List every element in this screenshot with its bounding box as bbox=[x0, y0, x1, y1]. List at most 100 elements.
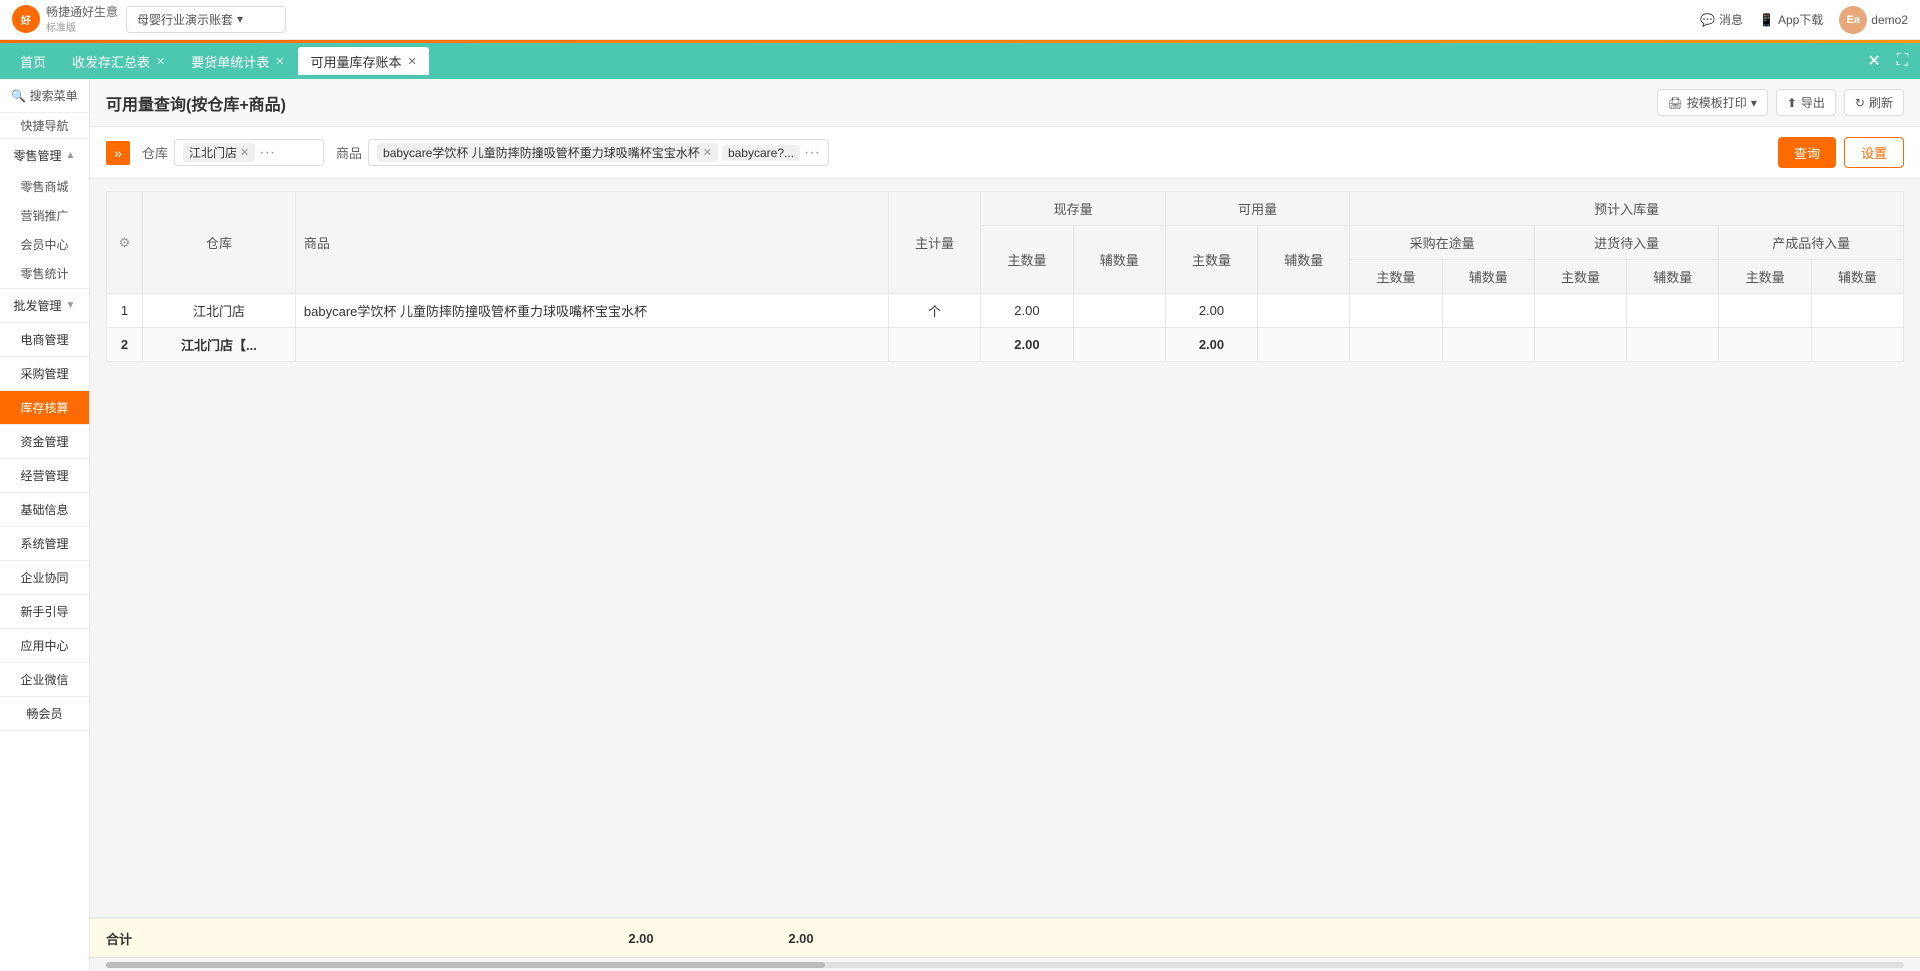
sidebar-item-retail[interactable]: 零售管理 ▲ bbox=[0, 139, 89, 172]
sidebar-item-retail-stats[interactable]: 零售统计 bbox=[0, 259, 89, 288]
main-wrapper: 🔍 搜索菜单 快捷导航 零售管理 ▲ 零售商城 营销推广 会员中心 零售统计 bbox=[0, 79, 1920, 971]
sidebar-item-finance[interactable]: 资金管理 bbox=[0, 425, 89, 459]
download-action[interactable]: 📱 App下载 bbox=[1759, 11, 1823, 28]
th-avail-group: 可用量 bbox=[1165, 192, 1350, 226]
industry-label: 母婴行业演示账套 bbox=[137, 11, 233, 28]
cell-incoming-main bbox=[1534, 328, 1626, 362]
tab-shoufa-label: 收发存汇总表 bbox=[72, 52, 150, 71]
warehouse-filter-input[interactable]: 江北门店 ✕ ··· bbox=[174, 139, 324, 166]
cell-incoming-aux bbox=[1627, 328, 1719, 362]
cell-produce-main bbox=[1719, 328, 1811, 362]
warehouse-filter-dots[interactable]: ··· bbox=[259, 144, 275, 162]
query-button[interactable]: 查询 bbox=[1778, 137, 1836, 168]
sidebar-item-marketing[interactable]: 营销推广 bbox=[0, 201, 89, 230]
download-label: App下载 bbox=[1778, 11, 1823, 28]
tab-home[interactable]: 首页 bbox=[8, 47, 58, 75]
sidebar-item-ecommerce[interactable]: 电商管理 bbox=[0, 323, 89, 357]
chevron-up-icon: ▲ bbox=[66, 150, 76, 161]
sidebar-item-inventory[interactable]: 库存核算 bbox=[0, 391, 89, 425]
cell-avail-aux bbox=[1258, 294, 1350, 328]
th-produce-group: 产成品待入量 bbox=[1719, 226, 1904, 260]
footer-avail-main: 2.00 bbox=[761, 931, 841, 946]
sidebar-retail-stats-label: 零售统计 bbox=[20, 267, 68, 281]
cell-unit bbox=[889, 328, 981, 362]
filter-toggle-button[interactable]: » bbox=[106, 141, 130, 165]
user-action[interactable]: Ea demo2 bbox=[1839, 6, 1908, 34]
print-icon: 🖨 bbox=[1668, 96, 1683, 110]
tab-kucun-close[interactable]: ✕ bbox=[408, 55, 417, 68]
tab-yaohuo-close[interactable]: ✕ bbox=[275, 55, 284, 68]
sidebar-operations-label: 经营管理 bbox=[20, 469, 68, 483]
sidebar-search-label: 搜索菜单 bbox=[30, 89, 78, 103]
cell-produce-aux bbox=[1811, 294, 1903, 328]
page-header: 可用量查询(按仓库+商品) 🖨 按模板打印 ▾ ⬆ 导出 ↻ 刷新 bbox=[90, 79, 1920, 127]
sidebar-finance-label: 资金管理 bbox=[20, 435, 68, 449]
column-settings-icon[interactable]: ⚙ bbox=[119, 235, 131, 250]
th-stock-aux: 辅数量 bbox=[1073, 226, 1165, 294]
cell-avail-aux bbox=[1258, 328, 1350, 362]
sidebar-item-basic[interactable]: 基础信息 bbox=[0, 493, 89, 527]
sidebar-search[interactable]: 🔍 搜索菜单 bbox=[0, 79, 89, 113]
header-left: 好 畅捷通好生意 标准版 母婴行业演示账套 ▾ bbox=[12, 5, 286, 34]
sidebar-item-enterprise[interactable]: 企业协同 bbox=[0, 561, 89, 595]
sidebar-item-retail-shop[interactable]: 零售商城 bbox=[0, 172, 89, 201]
tab-home-label: 首页 bbox=[20, 52, 46, 71]
sidebar-item-corpwechat[interactable]: 企业微信 bbox=[0, 663, 89, 697]
cell-product bbox=[295, 328, 888, 362]
sidebar-item-purchase[interactable]: 采购管理 bbox=[0, 357, 89, 391]
tab-bar: 首页 收发存汇总表 ✕ 要货单统计表 ✕ 可用量库存账本 ✕ ✕ ⛶ bbox=[0, 43, 1920, 79]
product-tag1: babycare学饮杯 儿童防摔防撞吸管杯重力球吸嘴杯宝宝水杯 ✕ bbox=[377, 143, 718, 162]
tab-expand-icon[interactable]: ⛶ bbox=[1893, 52, 1912, 70]
warehouse-filter-label: 仓库 bbox=[142, 143, 168, 162]
th-avail-main: 主数量 bbox=[1165, 226, 1257, 294]
product-filter-label: 商品 bbox=[336, 143, 362, 162]
tab-shoufa[interactable]: 收发存汇总表 ✕ bbox=[60, 47, 177, 75]
cell-produce-main bbox=[1719, 294, 1811, 328]
warehouse-tag-remove[interactable]: ✕ bbox=[240, 146, 249, 159]
sidebar-system-label: 系统管理 bbox=[20, 537, 68, 551]
th-incoming-group: 进货待入量 bbox=[1534, 226, 1719, 260]
cell-avail-main: 2.00 bbox=[1165, 328, 1257, 362]
th-purchase-aux: 辅数量 bbox=[1442, 260, 1534, 294]
sidebar-quick-nav[interactable]: 快捷导航 bbox=[0, 113, 89, 139]
refresh-icon: ↻ bbox=[1855, 96, 1865, 110]
filter-bar: » 仓库 江北门店 ✕ ··· 商品 babycare学饮杯 儿童防摔防撞吸管杯… bbox=[90, 127, 1920, 179]
sidebar-retail-label: 零售管理 bbox=[14, 147, 62, 164]
tab-kucun[interactable]: 可用量库存账本 ✕ bbox=[298, 47, 428, 75]
tab-close-all-icon[interactable]: ✕ bbox=[1863, 51, 1884, 71]
phone-icon: 📱 bbox=[1759, 13, 1774, 27]
th-produce-main: 主数量 bbox=[1719, 260, 1811, 294]
logo-area: 好 畅捷通好生意 标准版 bbox=[12, 5, 118, 34]
scrollbar-thumb[interactable] bbox=[106, 962, 825, 968]
product-tag1-remove[interactable]: ✕ bbox=[703, 146, 712, 159]
sidebar-item-newguide[interactable]: 新手引导 bbox=[0, 595, 89, 629]
sidebar-quick-nav-label: 快捷导航 bbox=[20, 119, 68, 133]
settings-button[interactable]: 设置 bbox=[1844, 137, 1904, 168]
top-header: 好 畅捷通好生意 标准版 母婴行业演示账套 ▾ 💬 消息 📱 App下载 Ea … bbox=[0, 0, 1920, 40]
sidebar-item-appcenter[interactable]: 应用中心 bbox=[0, 629, 89, 663]
tab-bar-right: ✕ ⛶ bbox=[1863, 51, 1912, 71]
sidebar-item-wholesale[interactable]: 批发管理 ▼ bbox=[0, 289, 89, 322]
chevron-down-icon: ▾ bbox=[237, 12, 243, 26]
th-product: 商品 bbox=[295, 192, 888, 294]
export-button[interactable]: ⬆ 导出 bbox=[1776, 89, 1836, 116]
refresh-button[interactable]: ↻ 刷新 bbox=[1844, 89, 1904, 116]
product-filter-input[interactable]: babycare学饮杯 儿童防摔防撞吸管杯重力球吸嘴杯宝宝水杯 ✕ babyca… bbox=[368, 139, 829, 166]
sidebar-appcenter-label: 应用中心 bbox=[20, 639, 68, 653]
th-produce-aux: 辅数量 bbox=[1811, 260, 1903, 294]
sidebar-item-system[interactable]: 系统管理 bbox=[0, 527, 89, 561]
sidebar-item-changyuanmember[interactable]: 畅会员 bbox=[0, 697, 89, 731]
horizontal-scrollbar[interactable] bbox=[106, 962, 1904, 968]
sidebar-item-member[interactable]: 会员中心 bbox=[0, 230, 89, 259]
content-area: 可用量查询(按仓库+商品) 🖨 按模板打印 ▾ ⬆ 导出 ↻ 刷新 bbox=[90, 79, 1920, 971]
message-label: 消息 bbox=[1719, 11, 1743, 28]
tab-shoufa-close[interactable]: ✕ bbox=[156, 55, 165, 68]
product-filter-dots[interactable]: ··· bbox=[804, 144, 820, 162]
message-action[interactable]: 💬 消息 bbox=[1700, 11, 1743, 28]
industry-selector[interactable]: 母婴行业演示账套 ▾ bbox=[126, 6, 286, 33]
page-title: 可用量查询(按仓库+商品) bbox=[106, 91, 286, 115]
sidebar-item-operations[interactable]: 经营管理 bbox=[0, 459, 89, 493]
print-button[interactable]: 🖨 按模板打印 ▾ bbox=[1657, 89, 1768, 116]
tab-yaohuo[interactable]: 要货单统计表 ✕ bbox=[179, 47, 296, 75]
table-row: 1 江北门店 babycare学饮杯 儿童防摔防撞吸管杯重力球吸嘴杯宝宝水杯 个… bbox=[107, 294, 1904, 328]
